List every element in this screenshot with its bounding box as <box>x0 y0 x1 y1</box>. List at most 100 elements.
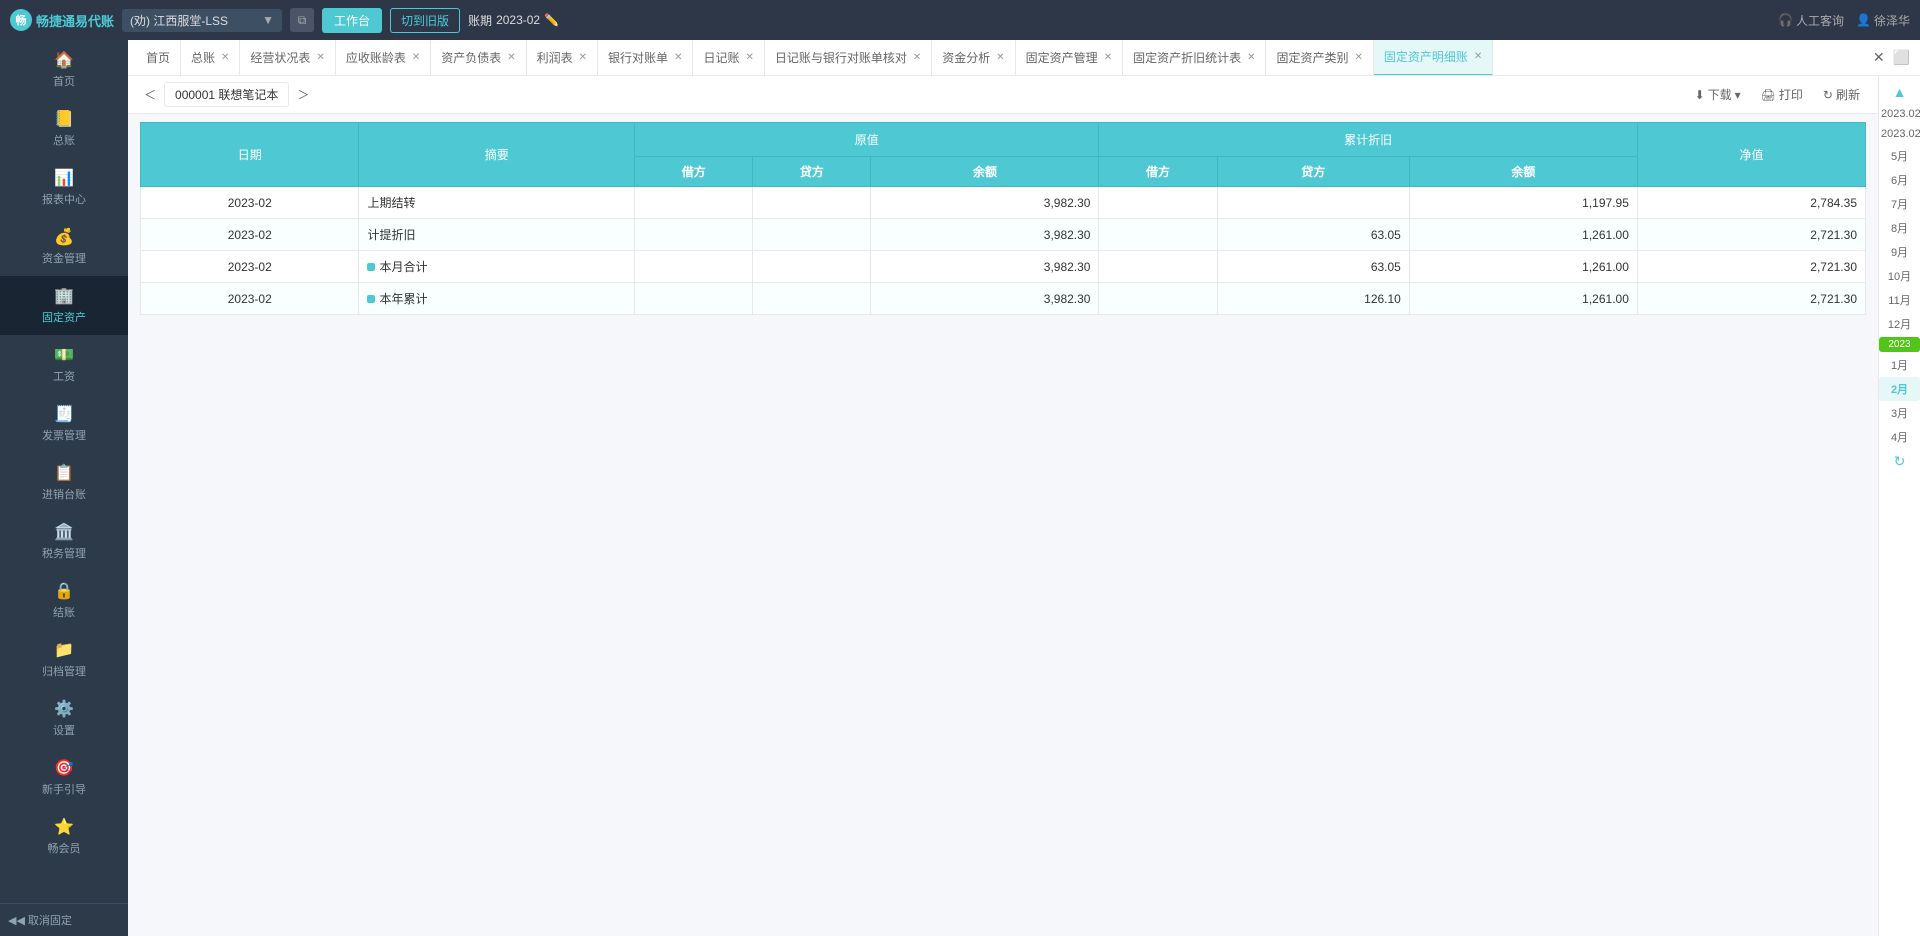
cell-original-credit <box>753 283 871 315</box>
period-edit-icon[interactable]: ✏️ <box>544 13 559 27</box>
tab-close-fund-analysis[interactable]: ✕ <box>996 52 1004 63</box>
right-month-3[interactable]: 3月 <box>1879 401 1920 425</box>
tab-balance[interactable]: 资产负债表 ✕ <box>431 40 526 76</box>
prev-asset-button[interactable]: ＜ <box>140 84 160 105</box>
tab-close-fixed-mgmt[interactable]: ✕ <box>1104 52 1112 63</box>
header-accumulated-depreciation: 累计折旧 <box>1099 123 1637 157</box>
next-asset-button[interactable]: ＞ <box>293 84 313 105</box>
right-month-8[interactable]: 8月 <box>1879 216 1920 240</box>
archive-icon: 📁 <box>54 640 74 660</box>
download-button[interactable]: ⬇ 下载 ▾ <box>1689 83 1747 106</box>
toolbar-right: ⬇ 下载 ▾ 🖨 打印 ↻ 刷新 <box>1689 83 1866 106</box>
tab-business[interactable]: 经营状况表 ✕ <box>240 40 335 76</box>
header-depreciation-credit: 贷方 <box>1217 157 1409 187</box>
close-all-tabs-icon[interactable]: ✕ <box>1871 47 1887 68</box>
sidebar-item-reports[interactable]: 📊 报表中心 <box>0 158 128 217</box>
right-month-9[interactable]: 9月 <box>1879 240 1920 264</box>
sidebar-item-ledger[interactable]: 📒 总账 <box>0 99 128 158</box>
tab-journal[interactable]: 日记账 ✕ <box>693 40 764 76</box>
cell-original-debit <box>635 219 753 251</box>
right-month-1[interactable]: 1月 <box>1879 353 1920 377</box>
ledger-icon: 📒 <box>54 109 74 129</box>
tab-close-ledger[interactable]: ✕ <box>221 52 229 63</box>
fixed-asset-detail-table: 日期 摘要 原值 累计折旧 净值 借方 贷方 余额 <box>140 122 1866 315</box>
logo-icon: 畅 <box>10 9 32 31</box>
tab-journal-bank[interactable]: 日记账与银行对账单核对 ✕ <box>765 40 932 76</box>
tab-close-journal-bank[interactable]: ✕ <box>913 52 921 63</box>
cell-original-balance: 3,982.30 <box>871 187 1099 219</box>
sidebar-item-home[interactable]: 🏠 首页 <box>0 40 128 99</box>
sidebar-item-capital[interactable]: 💰 资金管理 <box>0 217 128 276</box>
tab-close-fixed-detail[interactable]: ✕ <box>1474 51 1482 62</box>
cancel-fixed-button[interactable]: ◀◀ 取消固定 <box>0 903 128 936</box>
tab-close-fixed-category[interactable]: ✕ <box>1355 52 1363 63</box>
tab-fixed-category[interactable]: 固定资产类别 ✕ <box>1266 40 1373 76</box>
cell-original-balance: 3,982.30 <box>871 251 1099 283</box>
tab-close-fixed-depreciation[interactable]: ✕ <box>1247 52 1255 63</box>
cell-original-credit <box>753 251 871 283</box>
tab-bank-statement[interactable]: 银行对账单 ✕ <box>598 40 693 76</box>
print-icon: 🖨 <box>1761 88 1776 102</box>
tab-close-business[interactable]: ✕ <box>316 52 324 63</box>
sidebar-item-invoice[interactable]: 🧾 发票管理 <box>0 394 128 453</box>
tab-fixed-detail[interactable]: 固定资产明细账 ✕ <box>1374 40 1493 76</box>
sidebar: 🏠 首页 📒 总账 📊 报表中心 💰 资金管理 🏢 固定资产 💵 工资 <box>0 40 128 936</box>
tab-close-balance[interactable]: ✕ <box>507 52 515 63</box>
print-button[interactable]: 🖨 打印 <box>1755 83 1809 106</box>
tab-fixed-mgmt[interactable]: 固定资产管理 ✕ <box>1016 40 1123 76</box>
expand-icon[interactable]: ⬜ <box>1891 47 1912 68</box>
content-area: 首页 总账 ✕ 经营状况表 ✕ 应收账龄表 ✕ 资产负债表 ✕ <box>128 40 1920 936</box>
sidebar-item-sales[interactable]: 📋 进销台账 <box>0 453 128 512</box>
sidebar-item-guide[interactable]: 🎯 新手引导 <box>0 748 128 807</box>
scroll-up-button[interactable]: ▲ <box>1893 84 1907 100</box>
reports-icon: 📊 <box>54 168 74 188</box>
company-selector[interactable]: (劝) 江西服堂-LSS ▼ <box>122 9 282 32</box>
tab-bar: 首页 总账 ✕ 经营状况表 ✕ 应收账龄表 ✕ 资产负债表 ✕ <box>128 40 1920 76</box>
tab-ledger[interactable]: 总账 ✕ <box>181 40 240 76</box>
header-description: 摘要 <box>359 123 635 187</box>
tab-close-journal[interactable]: ✕ <box>745 52 753 63</box>
tab-close-profit[interactable]: ✕ <box>579 52 587 63</box>
sidebar-item-tax[interactable]: 🏛️ 税务管理 <box>0 512 128 571</box>
tab-home[interactable]: 首页 <box>136 40 181 76</box>
tab-fund-analysis[interactable]: 资金分析 ✕ <box>932 40 1015 76</box>
sidebar-item-archive[interactable]: 📁 归档管理 <box>0 630 128 689</box>
right-month-12[interactable]: 12月 <box>1879 312 1920 336</box>
right-month-2[interactable]: 2月 <box>1879 377 1920 401</box>
cell-depreciation-balance: 1,261.00 <box>1409 219 1637 251</box>
cell-depreciation-credit <box>1217 187 1409 219</box>
tab-receivable[interactable]: 应收账龄表 ✕ <box>336 40 431 76</box>
header-original-debit: 借方 <box>635 157 753 187</box>
tab-profit[interactable]: 利润表 ✕ <box>527 40 598 76</box>
sidebar-item-payroll[interactable]: 💵 工资 <box>0 335 128 394</box>
right-month-7[interactable]: 7月 <box>1879 192 1920 216</box>
right-month-6[interactable]: 6月 <box>1879 168 1920 192</box>
sidebar-item-close[interactable]: 🔒 结账 <box>0 571 128 630</box>
tab-fixed-depreciation[interactable]: 固定资产折旧统计表 ✕ <box>1123 40 1266 76</box>
header-original-balance: 余额 <box>871 157 1099 187</box>
user-button[interactable]: 👤 徐泽华 <box>1856 12 1910 29</box>
copy-icon[interactable]: ⧉ <box>290 8 314 32</box>
refresh-button[interactable]: ↻ 刷新 <box>1817 83 1866 106</box>
switch-version-button[interactable]: 切到旧版 <box>390 8 460 33</box>
cell-date: 2023-02 <box>141 251 359 283</box>
tab-bar-controls: ✕ ⬜ <box>1863 47 1912 68</box>
right-month-11[interactable]: 11月 <box>1879 288 1920 312</box>
right-month-4[interactable]: 4月 <box>1879 425 1920 449</box>
service-button[interactable]: 🎧 人工客询 <box>1778 12 1844 29</box>
sidebar-item-member[interactable]: ⭐ 畅会员 <box>0 807 128 866</box>
sidebar-item-settings[interactable]: ⚙️ 设置 <box>0 689 128 748</box>
cell-depreciation-debit <box>1099 187 1217 219</box>
tab-close-receivable[interactable]: ✕ <box>412 52 420 63</box>
right-year-top-2: 2023.02 <box>1879 124 1920 144</box>
workbench-button[interactable]: 工作台 <box>322 8 382 33</box>
right-month-10[interactable]: 10月 <box>1879 264 1920 288</box>
scroll-down-button[interactable]: ↻ <box>1894 453 1906 470</box>
cell-net-value: 2,784.35 <box>1637 187 1865 219</box>
tab-close-bank-statement[interactable]: ✕ <box>674 52 682 63</box>
cell-date: 2023-02 <box>141 283 359 315</box>
sidebar-item-fixed-assets[interactable]: 🏢 固定资产 <box>0 276 128 335</box>
right-month-5[interactable]: 5月 <box>1879 144 1920 168</box>
guide-icon: 🎯 <box>54 758 74 778</box>
right-year-badge-2023[interactable]: 2023 <box>1879 337 1920 352</box>
